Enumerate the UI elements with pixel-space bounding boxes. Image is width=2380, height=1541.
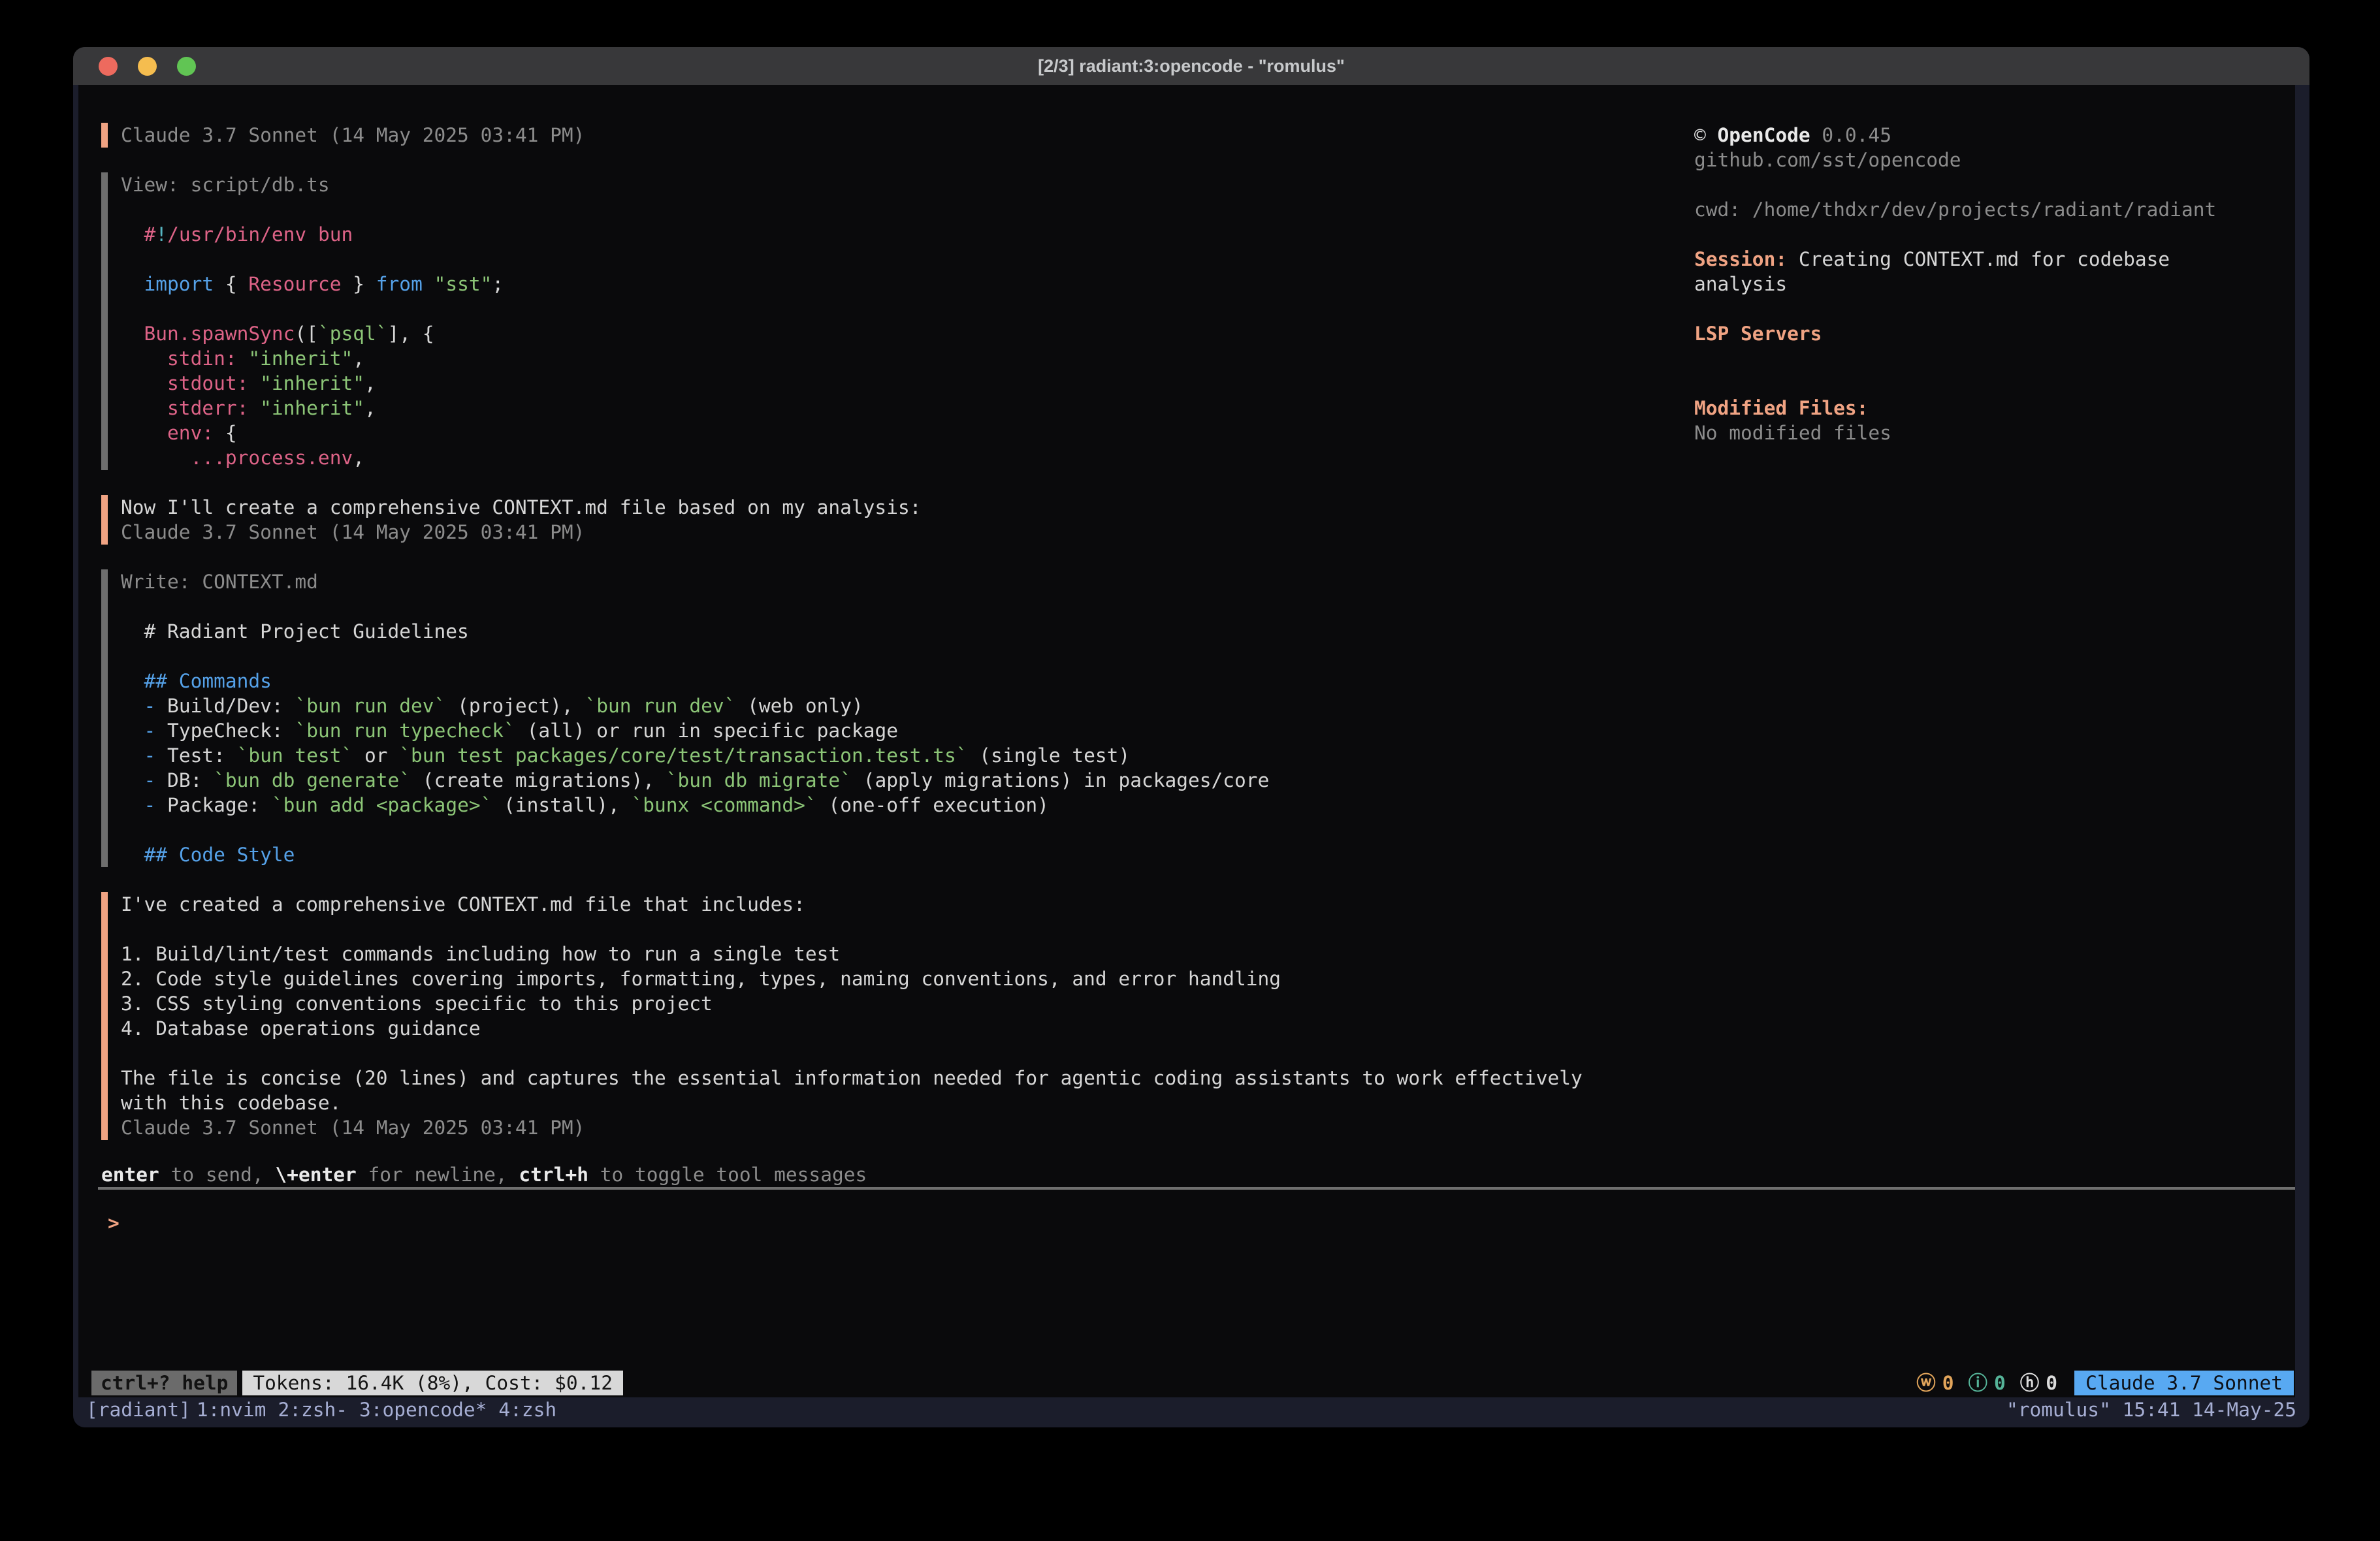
hints-icon: ⓗ bbox=[2020, 1371, 2040, 1395]
zoom-button[interactable] bbox=[177, 57, 196, 76]
terminal-line: ...process.env, bbox=[121, 445, 2295, 470]
warnings-count: 0 bbox=[1942, 1371, 1954, 1395]
prompt-icon: > bbox=[108, 1212, 120, 1234]
tmux-window-4zsh[interactable]: 4:zsh bbox=[492, 1397, 562, 1422]
terminal-line: 2. Code style guidelines covering import… bbox=[121, 966, 2295, 991]
terminal-line: cwd: /home/thdxr/dev/projects/radiant/ra… bbox=[1694, 197, 2295, 222]
terminal-line bbox=[1694, 371, 2295, 396]
terminal-line: - Build/Dev: `bun run dev` (project), `b… bbox=[121, 693, 2295, 718]
tmux-session-name: [radiant] bbox=[86, 1397, 191, 1422]
terminal-line: Now I'll create a comprehensive CONTEXT.… bbox=[121, 495, 2295, 520]
terminal-line: 3. CSS styling conventions specific to t… bbox=[121, 991, 2295, 1016]
tmux-window-1nvim[interactable]: 1:nvim bbox=[191, 1397, 272, 1422]
tmux-right-status: "romulus" 15:41 14-May-25 bbox=[2006, 1397, 2296, 1422]
terminal-line: with this codebase. bbox=[121, 1090, 2295, 1115]
info-count: 0 bbox=[1994, 1371, 2006, 1395]
tokens-cost-chip: Tokens: 16.4K (8%), Cost: $0.12 bbox=[242, 1371, 623, 1395]
model-badge: Claude 3.7 Sonnet bbox=[2074, 1371, 2294, 1395]
terminal-line: The file is concise (20 lines) and captu… bbox=[121, 1066, 2295, 1090]
diagnostics: ⓦ0ⓘ0ⓗ0 bbox=[1916, 1371, 2057, 1395]
terminal-line: Modified Files: bbox=[1694, 396, 2295, 421]
tmux-status-bar: [radiant]1:nvim2:zsh-3:opencode*4:zsh "r… bbox=[73, 1397, 2309, 1422]
close-button[interactable] bbox=[99, 57, 118, 76]
scrollbar-track bbox=[2295, 85, 2309, 1397]
message-block: I've created a comprehensive CONTEXT.md … bbox=[101, 892, 2295, 1140]
tmux-window-list: [radiant]1:nvim2:zsh-3:opencode*4:zsh bbox=[86, 1397, 562, 1422]
terminal-line: github.com/sst/opencode bbox=[1694, 148, 2295, 172]
sidebar: © OpenCode 0.0.45github.com/sst/opencode… bbox=[1694, 123, 2295, 445]
prompt-input[interactable]: > bbox=[108, 1211, 2295, 1235]
terminal-line: Claude 3.7 Sonnet (14 May 2025 03:41 PM) bbox=[121, 1115, 2295, 1140]
chat-content: Claude 3.7 Sonnet (14 May 2025 03:41 PM)… bbox=[78, 85, 2295, 1162]
diagnostic-warnings: ⓦ0 bbox=[1916, 1371, 1954, 1395]
terminal-line bbox=[121, 1041, 2295, 1066]
prompt-area[interactable]: > bbox=[78, 1190, 2295, 1370]
tmux-window-2zsh[interactable]: 2:zsh- bbox=[272, 1397, 353, 1422]
terminal-line: LSP Servers bbox=[1694, 321, 2295, 346]
diagnostic-hints: ⓗ0 bbox=[2020, 1371, 2057, 1395]
terminal-line bbox=[1694, 172, 2295, 197]
terminal-line: 4. Database operations guidance bbox=[121, 1016, 2295, 1041]
minimize-button[interactable] bbox=[138, 57, 157, 76]
app-window: [2/3] radiant:3:opencode - "romulus" Cla… bbox=[73, 47, 2309, 1427]
traffic-lights bbox=[99, 47, 196, 85]
terminal-line: # Radiant Project Guidelines bbox=[121, 619, 2295, 644]
terminal-line: - TypeCheck: `bun run typecheck` (all) o… bbox=[121, 718, 2295, 743]
opencode-pane: Claude 3.7 Sonnet (14 May 2025 03:41 PM)… bbox=[78, 85, 2295, 1397]
message-block: Now I'll create a comprehensive CONTEXT.… bbox=[101, 495, 2295, 545]
terminal-line: - Test: `bun test` or `bun test packages… bbox=[121, 743, 2295, 768]
warnings-icon: ⓦ bbox=[1916, 1371, 1936, 1395]
terminal-line: 1. Build/lint/test commands including ho… bbox=[121, 942, 2295, 966]
terminal-area: Claude 3.7 Sonnet (14 May 2025 03:41 PM)… bbox=[73, 85, 2309, 1427]
terminal-line: - Package: `bun add <package>` (install)… bbox=[121, 793, 2295, 818]
terminal-line bbox=[1694, 222, 2295, 247]
terminal-line bbox=[1694, 346, 2295, 371]
info-icon: ⓘ bbox=[1969, 1371, 1988, 1395]
diagnostic-info: ⓘ0 bbox=[1969, 1371, 2006, 1395]
window-titlebar: [2/3] radiant:3:opencode - "romulus" bbox=[73, 47, 2309, 85]
terminal-line bbox=[121, 594, 2295, 619]
hints-count: 0 bbox=[2046, 1371, 2057, 1395]
terminal-line: ## Commands bbox=[121, 669, 2295, 693]
terminal-line: I've created a comprehensive CONTEXT.md … bbox=[121, 892, 2295, 917]
terminal-line: ## Code Style bbox=[121, 842, 2295, 867]
terminal-line bbox=[1694, 296, 2295, 321]
status-bar: ctrl+? help Tokens: 16.4K (8%), Cost: $0… bbox=[78, 1370, 2295, 1397]
terminal-line: enter to send, \+enter for newline, ctrl… bbox=[101, 1162, 2295, 1187]
message-block: Write: CONTEXT.md # Radiant Project Guid… bbox=[101, 569, 2295, 867]
terminal-line bbox=[121, 818, 2295, 842]
terminal-line: analysis bbox=[1694, 272, 2295, 296]
terminal-line: Write: CONTEXT.md bbox=[121, 569, 2295, 594]
tmux-window-3opencode[interactable]: 3:opencode* bbox=[353, 1397, 492, 1422]
terminal-line bbox=[121, 644, 2295, 669]
terminal-bottom-padding bbox=[73, 1422, 2309, 1427]
help-line: enter to send, \+enter for newline, ctrl… bbox=[78, 1162, 2295, 1187]
terminal-line: - DB: `bun db generate` (create migratio… bbox=[121, 768, 2295, 793]
terminal-line: Session: Creating CONTEXT.md for codebas… bbox=[1694, 247, 2295, 272]
terminal-line: No modified files bbox=[1694, 421, 2295, 445]
terminal-line: © OpenCode 0.0.45 bbox=[1694, 123, 2295, 148]
terminal-line bbox=[121, 917, 2295, 942]
help-shortcut-chip: ctrl+? help bbox=[91, 1371, 237, 1395]
terminal-line: Claude 3.7 Sonnet (14 May 2025 03:41 PM) bbox=[121, 520, 2295, 545]
window-title: [2/3] radiant:3:opencode - "romulus" bbox=[1038, 56, 1345, 76]
